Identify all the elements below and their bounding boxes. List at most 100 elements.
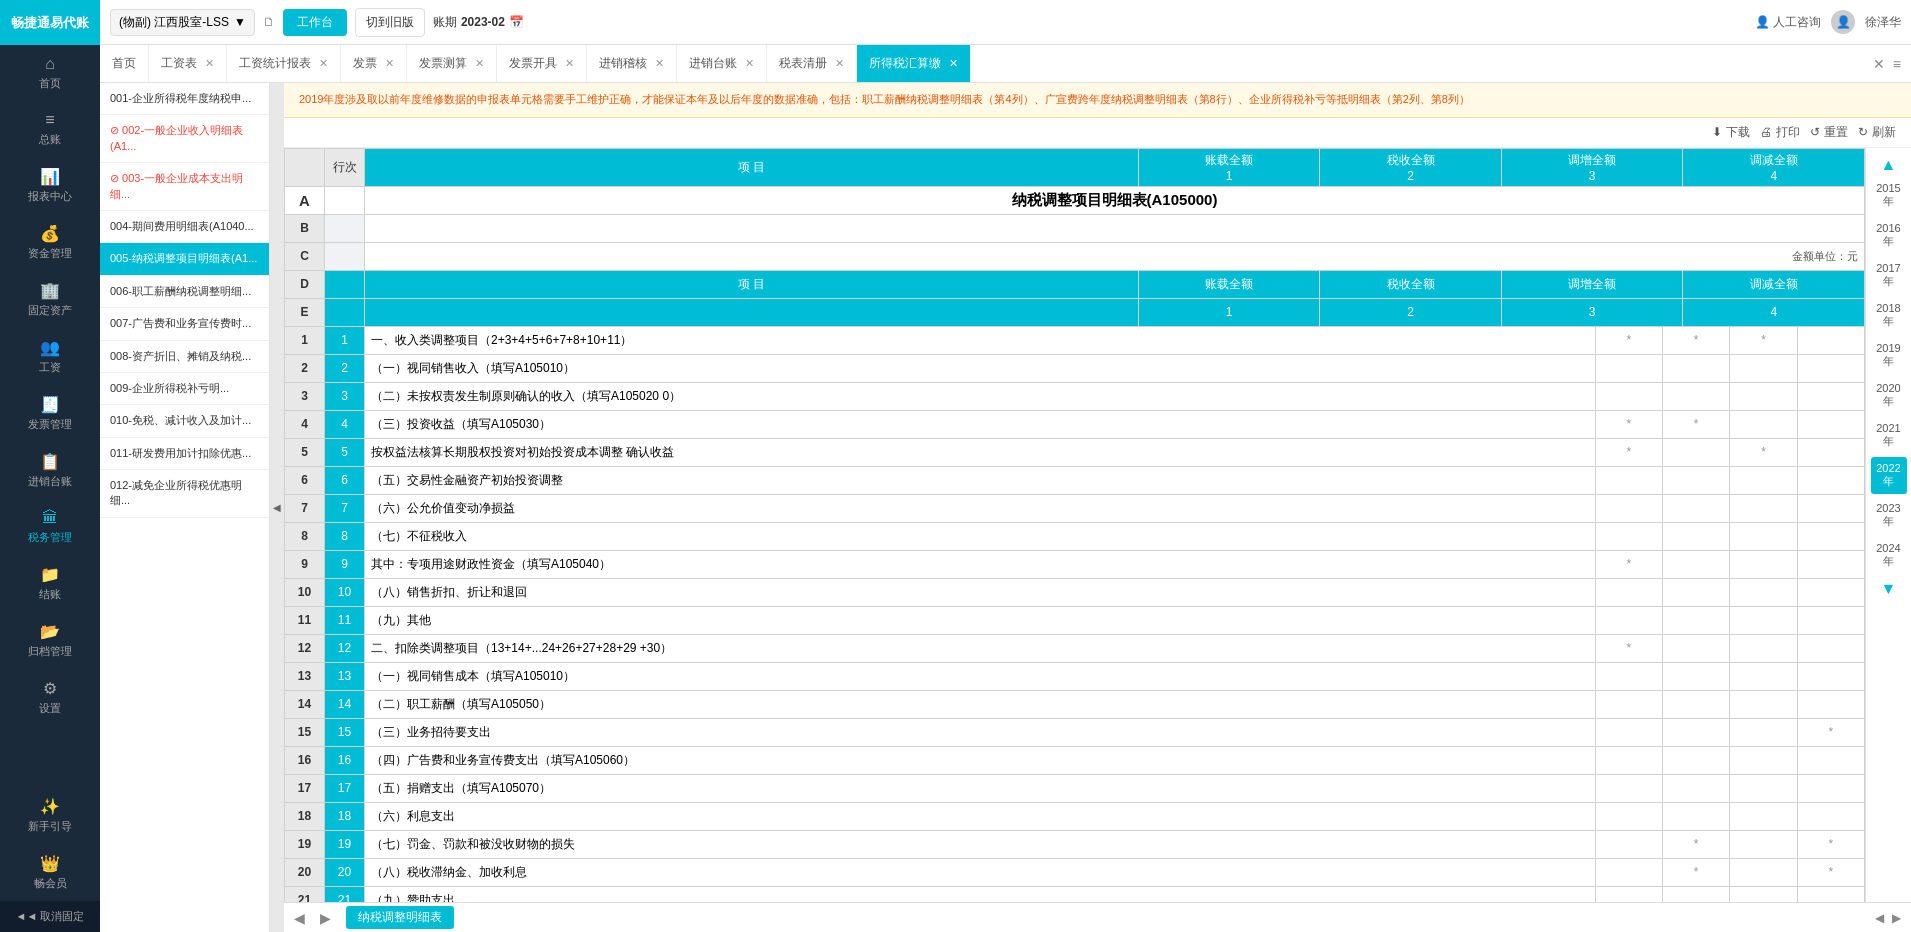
table-cell[interactable] bbox=[1595, 662, 1662, 690]
close-icon[interactable]: ✕ bbox=[205, 57, 214, 70]
table-cell[interactable]: 9 bbox=[325, 550, 365, 578]
table-cell[interactable] bbox=[1663, 354, 1730, 382]
table-cell[interactable] bbox=[1663, 690, 1730, 718]
table-cell[interactable]: 19 bbox=[285, 830, 325, 858]
print-button[interactable]: 🖨 打印 bbox=[1760, 124, 1800, 141]
table-cell-xiangmu[interactable]: （五）捐赠支出（填写A105070） bbox=[365, 774, 1596, 802]
table-cell[interactable] bbox=[1663, 746, 1730, 774]
table-cell[interactable] bbox=[1663, 662, 1730, 690]
table-cell[interactable] bbox=[1797, 634, 1864, 662]
table-cell[interactable]: * bbox=[1663, 326, 1730, 354]
table-cell[interactable] bbox=[1730, 494, 1797, 522]
tab-invoice-issue[interactable]: 发票开具✕ bbox=[497, 45, 587, 82]
close-icon[interactable]: ✕ bbox=[655, 57, 664, 70]
table-cell[interactable] bbox=[1797, 774, 1864, 802]
table-cell[interactable] bbox=[1595, 774, 1662, 802]
sidebar-item-member[interactable]: 👑 畅会员 bbox=[0, 844, 100, 901]
sidebar-item-guide[interactable]: ✨ 新手引导 bbox=[0, 787, 100, 844]
table-cell[interactable] bbox=[1797, 746, 1864, 774]
table-cell[interactable]: 8 bbox=[325, 522, 365, 550]
tab-purchase-ledger[interactable]: 进销台账✕ bbox=[677, 45, 767, 82]
table-cell[interactable] bbox=[1595, 382, 1662, 410]
table-cell[interactable] bbox=[1797, 410, 1864, 438]
table-cell[interactable]: * bbox=[1663, 858, 1730, 886]
sidebar-unpin-button[interactable]: ◄◄ 取消固定 bbox=[0, 901, 100, 932]
year-nav-up[interactable]: ▲ bbox=[1881, 156, 1897, 174]
table-cell[interactable] bbox=[1663, 382, 1730, 410]
table-cell[interactable] bbox=[1595, 802, 1662, 830]
table-cell[interactable] bbox=[1595, 466, 1662, 494]
table-cell[interactable]: 17 bbox=[285, 774, 325, 802]
left-panel-item-003[interactable]: ⊘ 003-一般企业成本支出明细... bbox=[100, 163, 269, 211]
table-cell[interactable]: 18 bbox=[285, 802, 325, 830]
year-button[interactable]: 2023年 bbox=[1871, 497, 1907, 534]
close-all-icon[interactable]: ✕ bbox=[1873, 56, 1885, 72]
table-cell[interactable]: 3 bbox=[285, 382, 325, 410]
table-cell[interactable]: 16 bbox=[285, 746, 325, 774]
tab-payroll[interactable]: 工资表✕ bbox=[149, 45, 227, 82]
table-cell[interactable] bbox=[1797, 606, 1864, 634]
table-cell-xiangmu[interactable]: （七）罚金、罚款和被没收财物的损失 bbox=[365, 830, 1596, 858]
table-cell-xiangmu[interactable]: （二）未按权责发生制原则确认的收入（填写A105020 0） bbox=[365, 382, 1596, 410]
year-button[interactable]: 2022年 bbox=[1871, 457, 1907, 494]
table-cell[interactable]: * bbox=[1663, 830, 1730, 858]
table-cell[interactable] bbox=[1663, 578, 1730, 606]
table-cell-xiangmu[interactable]: （四）广告费和业务宣传费支出（填写A105060） bbox=[365, 746, 1596, 774]
sidebar-item-report[interactable]: 📊 报表中心 bbox=[0, 157, 100, 214]
year-button[interactable]: 2019年 bbox=[1871, 337, 1907, 374]
table-cell[interactable] bbox=[1797, 662, 1864, 690]
table-cell[interactable]: 12 bbox=[285, 634, 325, 662]
table-cell[interactable] bbox=[1797, 886, 1864, 902]
workbench-button[interactable]: 工作台 bbox=[283, 9, 347, 36]
table-cell[interactable]: * bbox=[1663, 410, 1730, 438]
table-cell[interactable] bbox=[1595, 606, 1662, 634]
table-cell[interactable]: 8 bbox=[285, 522, 325, 550]
close-icon[interactable]: ✕ bbox=[745, 57, 754, 70]
table-cell[interactable] bbox=[1663, 438, 1730, 466]
year-button[interactable]: 2018年 bbox=[1871, 297, 1907, 334]
table-cell-xiangmu[interactable]: 其中：专项用途财政性资金（填写A105040） bbox=[365, 550, 1596, 578]
year-button[interactable]: 2015年 bbox=[1871, 177, 1907, 214]
left-panel-item-009[interactable]: 009-企业所得税补亏明... bbox=[100, 373, 269, 405]
table-cell[interactable] bbox=[1595, 858, 1662, 886]
tab-income-tax[interactable]: 所得税汇算缴✕ bbox=[857, 45, 971, 82]
table-cell[interactable]: 6 bbox=[285, 466, 325, 494]
table-cell-xiangmu[interactable]: （三）投资收益（填写A105030） bbox=[365, 410, 1596, 438]
table-cell[interactable] bbox=[1730, 466, 1797, 494]
bottom-tab-sheet[interactable]: 纳税调整明细表 bbox=[346, 906, 454, 929]
table-cell[interactable]: 1 bbox=[285, 326, 325, 354]
table-cell-xiangmu[interactable]: 按权益法核算长期股权投资对初始投资成本调整 确认收益 bbox=[365, 438, 1596, 466]
table-cell[interactable] bbox=[1797, 494, 1864, 522]
table-cell[interactable]: * bbox=[1595, 326, 1662, 354]
sidebar-item-assets[interactable]: 🏢 固定资产 bbox=[0, 271, 100, 328]
tab-payroll-stats[interactable]: 工资统计报表✕ bbox=[227, 45, 341, 82]
tab-invoice-calc[interactable]: 发票测算✕ bbox=[407, 45, 497, 82]
table-cell[interactable] bbox=[1797, 466, 1864, 494]
table-cell[interactable] bbox=[1663, 606, 1730, 634]
table-cell[interactable]: 16 bbox=[325, 746, 365, 774]
table-cell[interactable]: 1 bbox=[325, 326, 365, 354]
tab-home[interactable]: 首页 bbox=[100, 45, 149, 82]
sidebar-item-ledger[interactable]: ≡ 总账 bbox=[0, 101, 100, 157]
close-icon[interactable]: ✕ bbox=[835, 57, 844, 70]
table-cell[interactable]: 15 bbox=[285, 718, 325, 746]
table-cell[interactable] bbox=[1730, 690, 1797, 718]
table-cell[interactable]: 2 bbox=[325, 354, 365, 382]
table-cell[interactable] bbox=[1797, 522, 1864, 550]
menu-icon[interactable]: ≡ bbox=[1893, 56, 1901, 72]
year-button[interactable]: 2017年 bbox=[1871, 257, 1907, 294]
table-cell[interactable]: 6 bbox=[325, 466, 365, 494]
sidebar-item-invoice[interactable]: 🧾 发票管理 bbox=[0, 385, 100, 442]
support-button[interactable]: 👤 人工咨询 bbox=[1755, 14, 1821, 31]
table-cell[interactable]: 15 bbox=[325, 718, 365, 746]
table-cell[interactable] bbox=[1730, 830, 1797, 858]
table-cell[interactable] bbox=[1663, 466, 1730, 494]
table-cell-xiangmu[interactable]: （七）不征税收入 bbox=[365, 522, 1596, 550]
table-cell[interactable]: 13 bbox=[325, 662, 365, 690]
table-cell[interactable]: * bbox=[1730, 438, 1797, 466]
table-cell[interactable] bbox=[1595, 494, 1662, 522]
table-cell-xiangmu[interactable]: 一、收入类调整项目（2+3+4+5+6+7+8+10+11） bbox=[365, 326, 1596, 354]
table-cell[interactable] bbox=[1730, 578, 1797, 606]
sidebar-item-close[interactable]: 📁 结账 bbox=[0, 555, 100, 612]
table-cell[interactable] bbox=[1663, 802, 1730, 830]
